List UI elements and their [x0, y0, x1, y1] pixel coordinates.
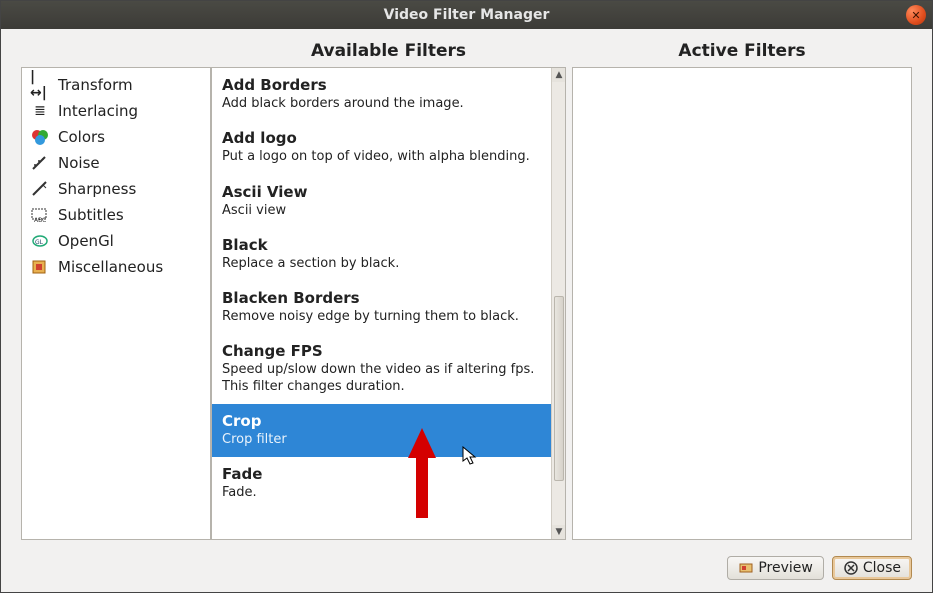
transform-icon: |↔| — [30, 76, 50, 94]
filter-desc: Crop filter — [222, 432, 541, 448]
sidebar-column: |↔| Transform ≣ Interlacing — [21, 37, 211, 540]
miscellaneous-icon — [30, 258, 50, 276]
scrollbar[interactable]: ▲ ▼ — [551, 68, 565, 539]
interlacing-icon: ≣ — [30, 102, 50, 120]
sidebar-item-miscellaneous[interactable]: Miscellaneous — [22, 254, 210, 280]
filter-item[interactable]: Black Replace a section by black. — [212, 228, 551, 281]
filter-desc: Speed up/slow down the video as if alter… — [222, 362, 541, 395]
sidebar-list: |↔| Transform ≣ Interlacing — [22, 68, 210, 284]
content-area: |↔| Transform ≣ Interlacing — [1, 29, 932, 592]
sidebar-item-transform[interactable]: |↔| Transform — [22, 72, 210, 98]
filter-title: Add logo — [222, 129, 541, 147]
sidebar-item-interlacing[interactable]: ≣ Interlacing — [22, 98, 210, 124]
filter-item[interactable]: Ascii View Ascii view — [212, 175, 551, 228]
filter-item[interactable]: Change FPS Speed up/slow down the video … — [212, 334, 551, 404]
sidebar-item-label: Transform — [58, 76, 133, 94]
preview-icon — [738, 560, 754, 576]
scrollbar-thumb[interactable] — [554, 296, 564, 481]
sidebar-item-opengl[interactable]: GL OpenGl — [22, 228, 210, 254]
opengl-icon: GL — [30, 232, 50, 250]
close-button[interactable]: Close — [832, 556, 912, 580]
available-column: Available Filters Add Borders Add black … — [211, 37, 566, 540]
sidebar-item-label: Colors — [58, 128, 105, 146]
svg-text:GL: GL — [35, 239, 44, 246]
colors-icon — [30, 128, 50, 146]
columns: |↔| Transform ≣ Interlacing — [21, 37, 912, 540]
footer: Preview Close — [21, 544, 912, 580]
filter-desc: Remove noisy edge by turning them to bla… — [222, 309, 541, 325]
filter-item[interactable]: Fade Fade. — [212, 457, 551, 510]
filter-item[interactable]: Add logo Put a logo on top of video, wit… — [212, 121, 551, 174]
active-column: Active Filters — [572, 37, 912, 540]
filter-title: Ascii View — [222, 183, 541, 201]
filter-desc: Replace a section by black. — [222, 256, 541, 272]
filter-title: Blacken Borders — [222, 289, 541, 307]
sidebar-item-colors[interactable]: Colors — [22, 124, 210, 150]
noise-icon — [30, 154, 50, 172]
sidebar-item-label: Interlacing — [58, 102, 138, 120]
window-close-button[interactable]: ✕ — [906, 5, 926, 25]
filter-title: Crop — [222, 412, 541, 430]
sidebar-item-sharpness[interactable]: Sharpness — [22, 176, 210, 202]
scrollbar-down-icon[interactable]: ▼ — [552, 525, 566, 539]
sidebar-item-label: OpenGl — [58, 232, 114, 250]
titlebar: Video Filter Manager ✕ — [1, 1, 932, 29]
sidebar-item-subtitles[interactable]: ABC Subtitles — [22, 202, 210, 228]
filter-item[interactable]: Add Borders Add black borders around the… — [212, 68, 551, 121]
window-title: Video Filter Manager — [384, 7, 550, 23]
filter-title: Fade — [222, 465, 541, 483]
filter-desc: Ascii view — [222, 203, 541, 219]
sidebar-item-label: Noise — [58, 154, 100, 172]
filter-desc: Fade. — [222, 485, 541, 501]
filter-title: Change FPS — [222, 342, 541, 360]
subtitles-icon: ABC — [30, 206, 50, 224]
close-dialog-icon — [843, 560, 859, 576]
svg-text:ABC: ABC — [34, 217, 46, 223]
sharpness-icon — [30, 180, 50, 198]
filter-item-selected[interactable]: Crop Crop filter — [212, 404, 551, 457]
sidebar-item-label: Sharpness — [58, 180, 136, 198]
sidebar-item-label: Subtitles — [58, 206, 124, 224]
close-icon: ✕ — [911, 9, 920, 22]
preview-button[interactable]: Preview — [727, 556, 824, 580]
available-list[interactable]: Add Borders Add black borders around the… — [212, 68, 551, 539]
close-button-label: Close — [863, 560, 901, 576]
sidebar-box: |↔| Transform ≣ Interlacing — [21, 67, 211, 540]
sidebar-item-label: Miscellaneous — [58, 258, 163, 276]
filter-title: Black — [222, 236, 541, 254]
filter-desc: Put a logo on top of video, with alpha b… — [222, 149, 541, 165]
sidebar-header-spacer — [21, 37, 211, 67]
sidebar-item-noise[interactable]: Noise — [22, 150, 210, 176]
window: Video Filter Manager ✕ |↔| Transform ≣ — [0, 0, 933, 593]
filter-title: Add Borders — [222, 76, 541, 94]
filter-desc: Add black borders around the image. — [222, 96, 541, 112]
active-header: Active Filters — [572, 37, 912, 67]
preview-button-label: Preview — [758, 560, 813, 576]
available-header: Available Filters — [211, 37, 566, 67]
scrollbar-up-icon[interactable]: ▲ — [552, 68, 566, 82]
filter-item[interactable]: Blacken Borders Remove noisy edge by tur… — [212, 281, 551, 334]
available-box: Add Borders Add black borders around the… — [211, 67, 566, 540]
active-box[interactable] — [572, 67, 912, 540]
